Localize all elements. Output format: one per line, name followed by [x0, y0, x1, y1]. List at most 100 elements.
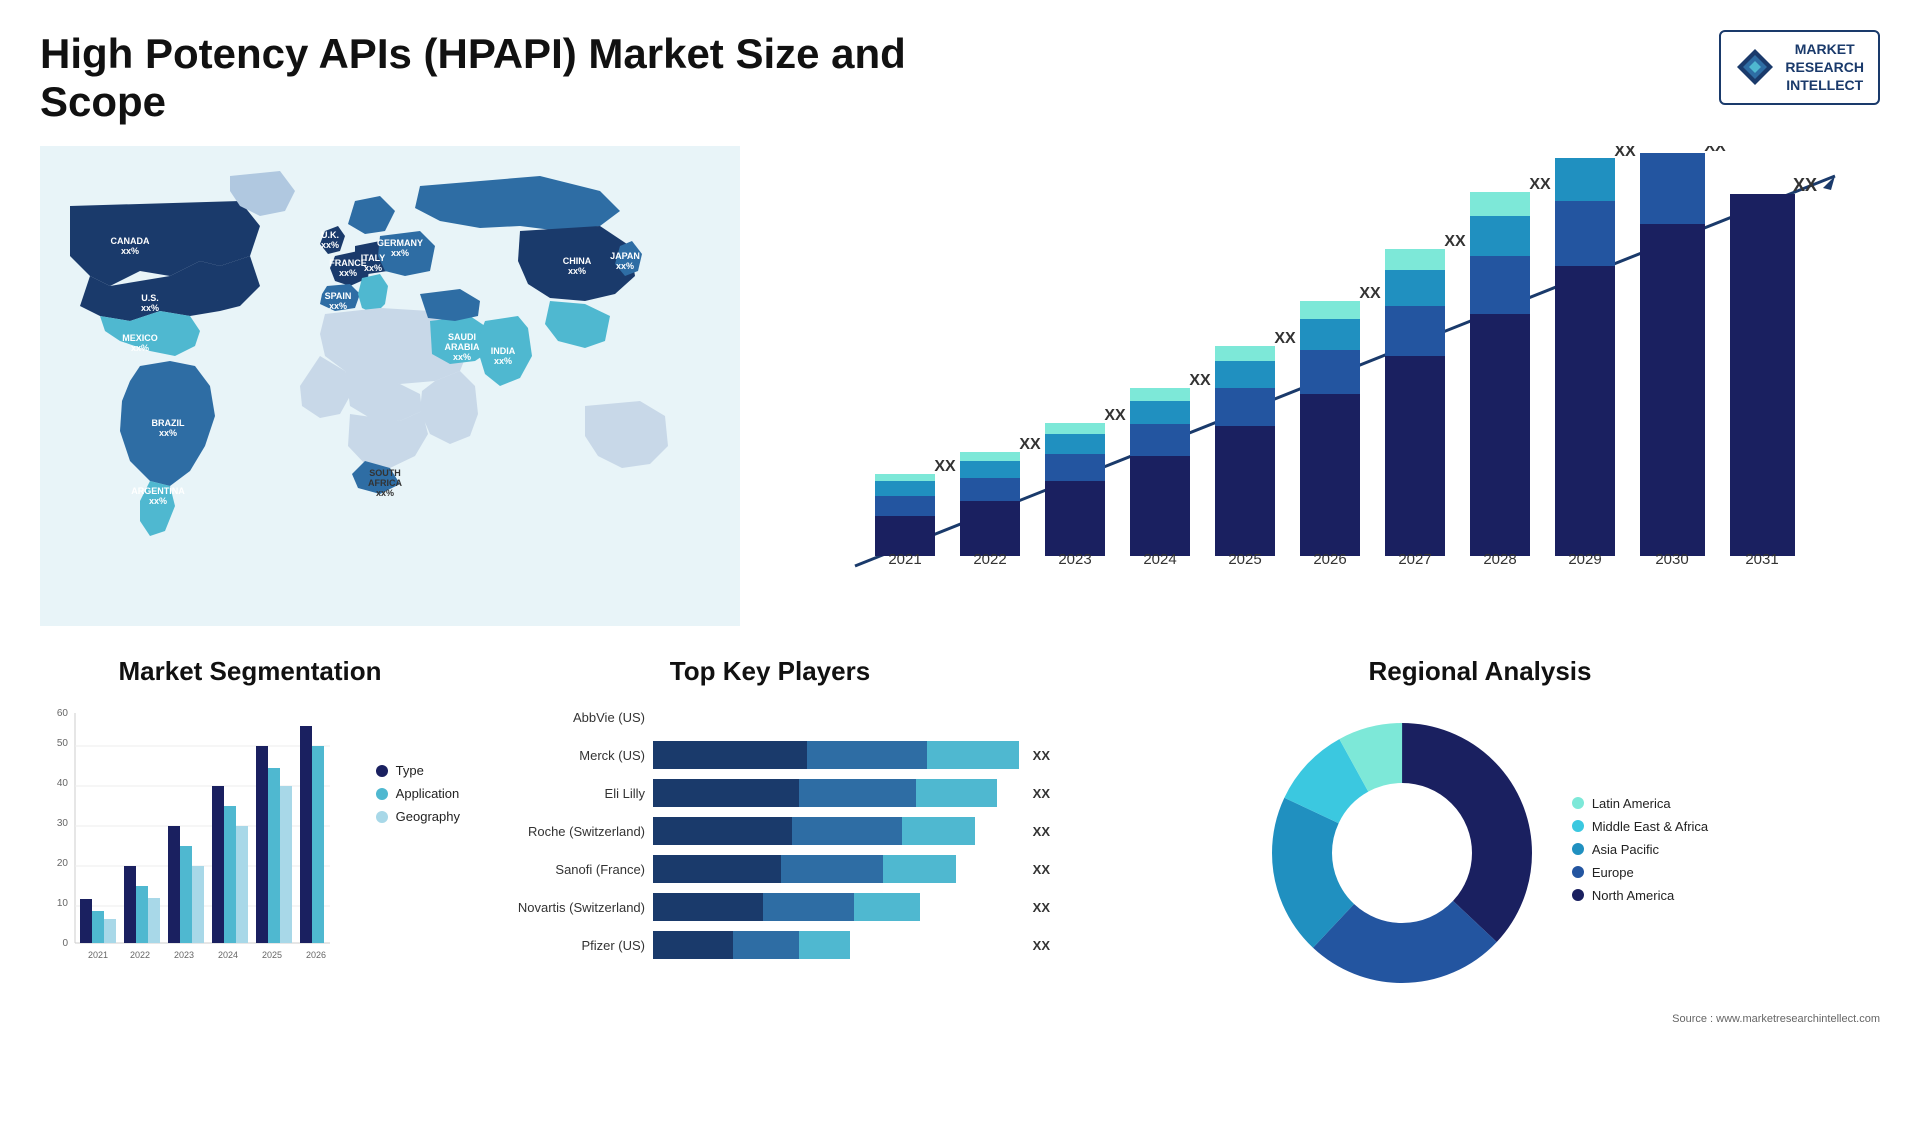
player-row-pfizer: Pfizer (US) XX: [490, 931, 1050, 959]
regional-section: Regional Analysis: [1080, 656, 1880, 1076]
svg-text:xx%: xx%: [391, 248, 409, 258]
segmentation-chart: 0 10 20 30 40 50 60: [40, 703, 340, 983]
svg-text:XX: XX: [1189, 372, 1211, 389]
top-section: CANADA xx% U.S. xx% MEXICO xx% BRAZIL xx…: [40, 146, 1880, 626]
svg-text:ARGENTINA: ARGENTINA: [131, 486, 185, 496]
regional-title: Regional Analysis: [1080, 656, 1880, 687]
player-bar: [653, 855, 1019, 883]
svg-text:XX: XX: [1529, 176, 1551, 193]
player-value: XX: [1033, 900, 1050, 915]
svg-text:xx%: xx%: [364, 263, 382, 273]
svg-text:U.S.: U.S.: [141, 293, 159, 303]
player-value: XX: [1033, 786, 1050, 801]
player-bar: [653, 893, 1019, 921]
legend-application: Application: [376, 786, 460, 801]
player-row-merck: Merck (US) XX: [490, 741, 1050, 769]
svg-text:SAUDI: SAUDI: [448, 332, 476, 342]
player-name: Roche (Switzerland): [490, 824, 645, 839]
player-row-novartis: Novartis (Switzerland) XX: [490, 893, 1050, 921]
players-section: Top Key Players AbbVie (US) Merck (US) X…: [490, 656, 1050, 1076]
player-value: XX: [1033, 748, 1050, 763]
svg-text:2023: 2023: [1058, 551, 1091, 568]
player-name: Merck (US): [490, 748, 645, 763]
svg-text:40: 40: [57, 778, 69, 789]
player-bar: [653, 703, 1036, 731]
svg-text:2022: 2022: [973, 551, 1006, 568]
donut-and-legend: Latin America Middle East & Africa Asia …: [1252, 703, 1708, 1003]
svg-text:xx%: xx%: [494, 356, 512, 366]
svg-text:2023: 2023: [174, 950, 194, 960]
svg-text:GERMANY: GERMANY: [377, 238, 423, 248]
legend-north-america: North America: [1572, 888, 1708, 903]
bottom-section: Market Segmentation 0 10 20 30 40 50 60: [40, 656, 1880, 1076]
legend-geography: Geography: [376, 809, 460, 824]
svg-text:XX: XX: [1104, 407, 1126, 424]
player-bar: [653, 931, 1019, 959]
segmentation-legend: Type Application Geography: [376, 703, 460, 832]
svg-text:2024: 2024: [218, 950, 238, 960]
player-row-abbvie: AbbVie (US): [490, 703, 1050, 731]
svg-text:XX: XX: [934, 458, 956, 475]
map-section: CANADA xx% U.S. xx% MEXICO xx% BRAZIL xx…: [40, 146, 740, 626]
svg-text:CANADA: CANADA: [111, 236, 150, 246]
legend-middle-east-africa: Middle East & Africa: [1572, 819, 1708, 834]
source-text: Source : www.marketresearchintellect.com: [1080, 1013, 1880, 1025]
regional-chart: Latin America Middle East & Africa Asia …: [1080, 703, 1880, 1025]
player-name: Eli Lilly: [490, 786, 645, 801]
svg-text:XX: XX: [1704, 146, 1726, 155]
page-title: High Potency APIs (HPAPI) Market Size an…: [40, 30, 940, 126]
svg-text:20: 20: [57, 858, 69, 869]
svg-text:xx%: xx%: [329, 301, 347, 311]
svg-text:MEXICO: MEXICO: [122, 333, 158, 343]
svg-text:SPAIN: SPAIN: [325, 291, 352, 301]
segmentation-title: Market Segmentation: [40, 656, 460, 687]
svg-text:2027: 2027: [1398, 551, 1431, 568]
svg-text:xx%: xx%: [616, 261, 634, 271]
svg-text:XX: XX: [1793, 175, 1817, 195]
svg-text:2025: 2025: [262, 950, 282, 960]
logo-text: MARKET RESEARCH INTELLECT: [1785, 40, 1864, 95]
player-name: Sanofi (France): [490, 862, 645, 877]
page-header: High Potency APIs (HPAPI) Market Size an…: [40, 30, 1880, 126]
svg-text:2022: 2022: [130, 950, 150, 960]
svg-text:2021: 2021: [88, 950, 108, 960]
svg-text:xx%: xx%: [339, 268, 357, 278]
svg-text:xx%: xx%: [141, 303, 159, 313]
svg-text:30: 30: [57, 818, 69, 829]
svg-text:XX: XX: [1614, 146, 1636, 160]
svg-text:ARABIA: ARABIA: [445, 342, 480, 352]
svg-text:xx%: xx%: [159, 428, 177, 438]
svg-text:2031: 2031: [1745, 551, 1778, 568]
world-map: CANADA xx% U.S. xx% MEXICO xx% BRAZIL xx…: [40, 146, 740, 626]
svg-text:xx%: xx%: [149, 496, 167, 506]
player-row-sanofi: Sanofi (France) XX: [490, 855, 1050, 883]
legend-europe: Europe: [1572, 865, 1708, 880]
svg-text:xx%: xx%: [321, 240, 339, 250]
player-row-roche: Roche (Switzerland) XX: [490, 817, 1050, 845]
player-name: Novartis (Switzerland): [490, 900, 645, 915]
svg-text:INDIA: INDIA: [491, 346, 516, 356]
player-bar: [653, 779, 1019, 807]
svg-text:JAPAN: JAPAN: [610, 251, 640, 261]
svg-text:0: 0: [62, 938, 68, 949]
player-bar: [653, 741, 1019, 769]
legend-type: Type: [376, 763, 460, 778]
svg-text:50: 50: [57, 738, 69, 749]
svg-text:SOUTH: SOUTH: [369, 468, 401, 478]
svg-text:ITALY: ITALY: [361, 253, 386, 263]
svg-text:60: 60: [57, 708, 69, 719]
svg-text:XX: XX: [1444, 233, 1466, 250]
player-name: Pfizer (US): [490, 938, 645, 953]
legend-latin-america: Latin America: [1572, 796, 1708, 811]
svg-text:U.K.: U.K.: [321, 230, 339, 240]
svg-text:2025: 2025: [1228, 551, 1261, 568]
svg-text:xx%: xx%: [131, 343, 149, 353]
regional-legend: Latin America Middle East & Africa Asia …: [1572, 796, 1708, 911]
logo-icon: [1735, 47, 1775, 87]
svg-text:10: 10: [57, 898, 69, 909]
svg-text:2021: 2021: [888, 551, 921, 568]
svg-text:XX: XX: [1359, 285, 1381, 302]
player-bar: [653, 817, 1019, 845]
player-row-elililly: Eli Lilly XX: [490, 779, 1050, 807]
bar-chart-section: 2021 XX 2022 XX 2023 XX 2024 XX: [770, 146, 1880, 626]
